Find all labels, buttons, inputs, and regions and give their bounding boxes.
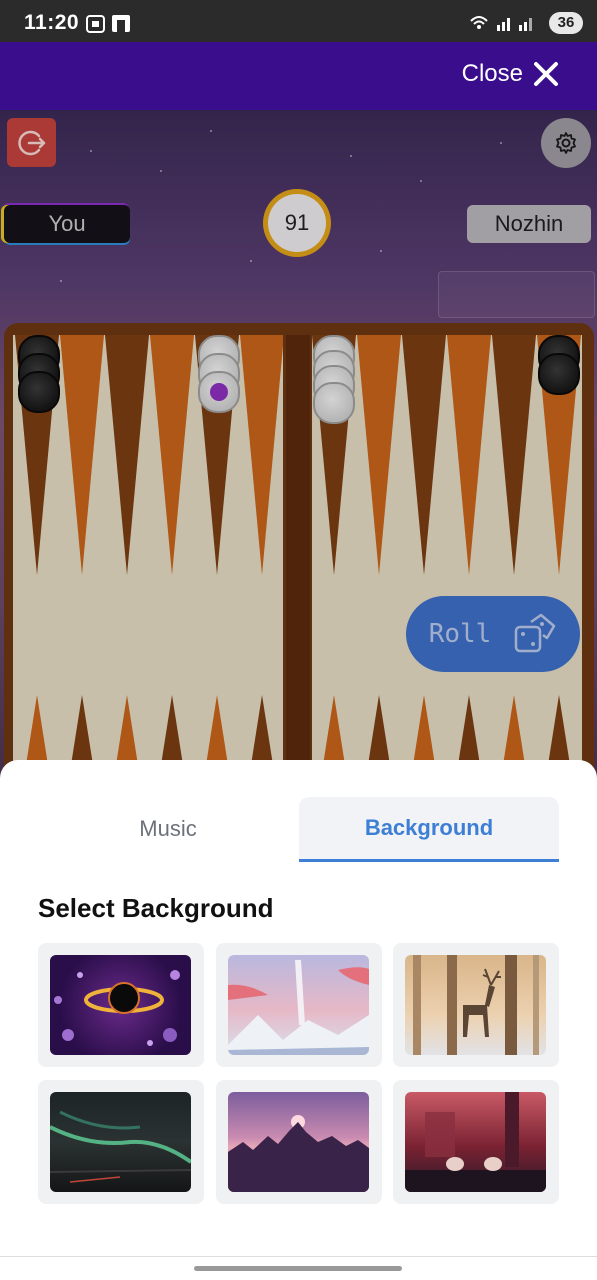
background-option-rocket[interactable] [216, 943, 382, 1067]
roll-label: Roll [428, 619, 492, 649]
close-label: Close [461, 60, 523, 87]
board-bar [286, 335, 310, 810]
player-you-label: You [4, 205, 130, 243]
background-option-red-room[interactable] [393, 1080, 559, 1204]
settings-button[interactable] [541, 118, 591, 168]
game-area: You 91 Nozhin Roll [0, 110, 597, 810]
thumbnail-space [50, 955, 191, 1055]
status-bar: 11:20 36 [0, 0, 597, 42]
checker-black[interactable] [538, 353, 580, 395]
tab-background[interactable]: Background [299, 797, 559, 862]
home-indicator[interactable] [194, 1266, 402, 1271]
thumbnail-aurora [50, 1092, 191, 1192]
dice-icon [515, 613, 556, 653]
thumbnail-castle [228, 1092, 369, 1192]
status-system-icons: 36 [469, 12, 583, 34]
roll-dice-button[interactable]: Roll [406, 596, 580, 672]
settings-sheet: Music Background Select Background [0, 760, 597, 1280]
turn-timer: 91 [263, 189, 331, 257]
checker-white-selected[interactable] [198, 371, 240, 413]
checker-white[interactable] [313, 382, 355, 424]
close-button[interactable]: Close [462, 60, 559, 88]
player-opponent-label: Nozhin [467, 205, 591, 243]
section-title: Select Background [38, 893, 274, 923]
thumbnail-red-room [405, 1092, 546, 1192]
thumbnail-rocket [228, 955, 369, 1055]
selected-marker [210, 383, 228, 401]
signal-icon [469, 16, 532, 31]
status-time: 11:20 [24, 11, 80, 34]
background-option-space[interactable] [38, 943, 204, 1067]
thumbnail-deer [405, 955, 546, 1055]
exit-game-button[interactable] [7, 118, 56, 167]
battery-indicator: 36 [549, 12, 583, 34]
screenshot-icon [86, 15, 130, 33]
dice-result-box [438, 271, 595, 318]
exit-icon [17, 130, 45, 155]
background-option-aurora[interactable] [38, 1080, 204, 1204]
close-icon [534, 62, 558, 86]
status-notification-icons [86, 14, 136, 39]
turn-timer-value: 91 [268, 194, 326, 252]
background-option-castle[interactable] [216, 1080, 382, 1204]
checker-black[interactable] [18, 371, 60, 413]
background-option-deer[interactable] [393, 943, 559, 1067]
gear-icon [556, 132, 576, 154]
tab-music[interactable]: Music [38, 798, 298, 860]
nav-divider [0, 1256, 597, 1257]
